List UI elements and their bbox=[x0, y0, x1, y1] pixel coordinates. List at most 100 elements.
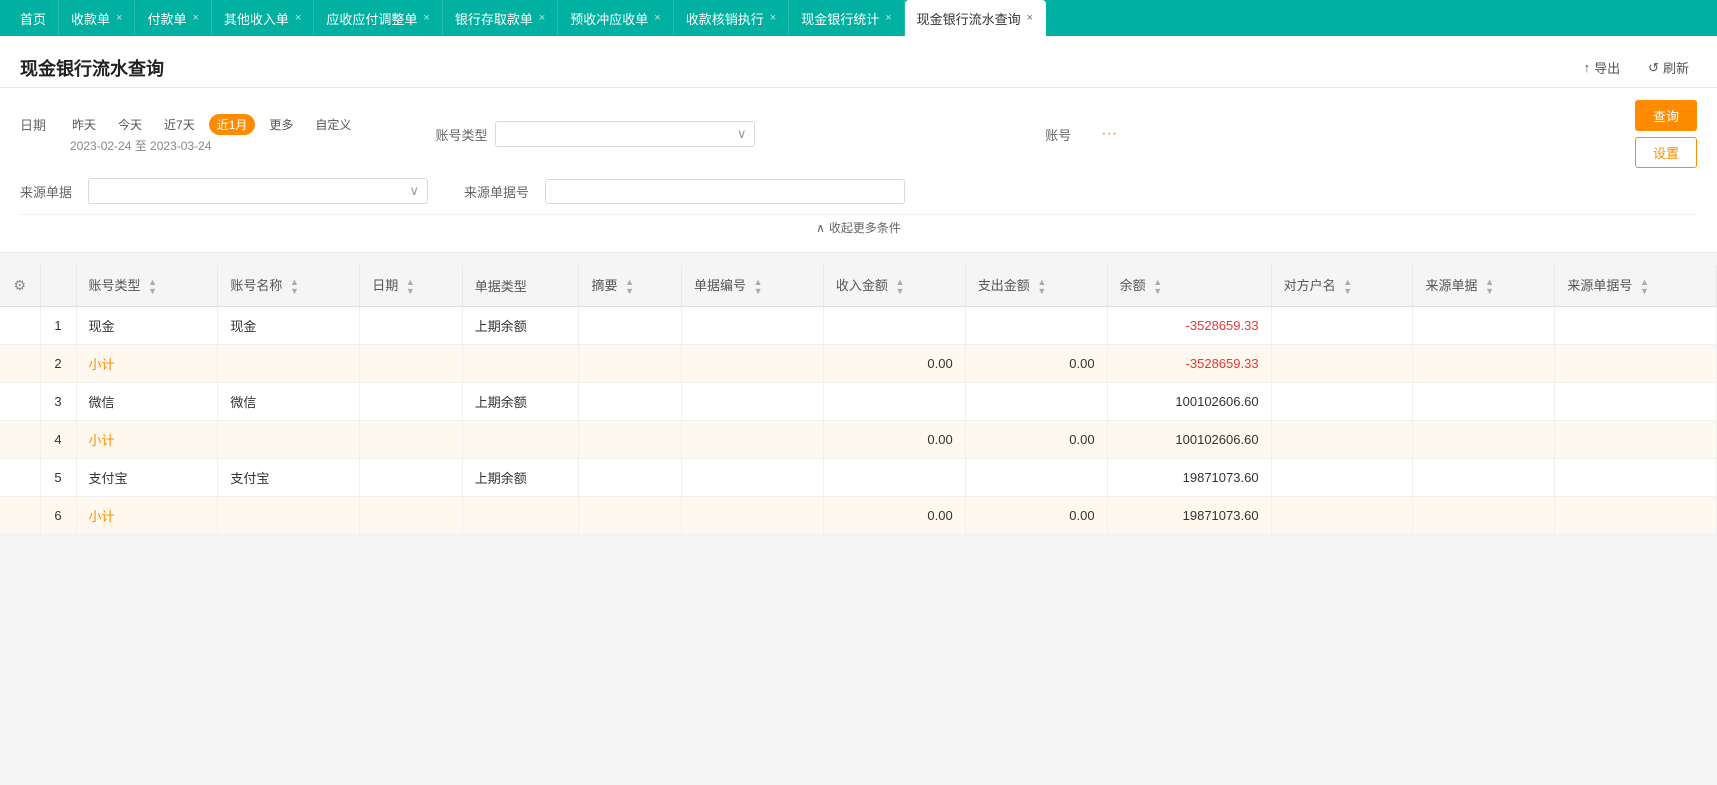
nav-item-collection[interactable]: 收款核销执行 × bbox=[674, 0, 789, 36]
row-counterpart bbox=[1271, 420, 1413, 458]
row-doc-no bbox=[681, 382, 823, 420]
row-source-doc-no bbox=[1555, 344, 1717, 382]
date-range-display: 2023-02-24 至 2023-03-24 bbox=[70, 139, 211, 153]
nav-item-cash-stats[interactable]: 现金银行统计 × bbox=[789, 0, 904, 36]
row-summary bbox=[579, 306, 681, 344]
row-doc-type bbox=[462, 344, 579, 382]
nav-item-other-income[interactable]: 其他收入单 × bbox=[212, 0, 314, 36]
row-account-name: 微信 bbox=[218, 382, 360, 420]
row-summary bbox=[579, 496, 681, 534]
column-source-doc-no[interactable]: 来源单据号 ▲▼ bbox=[1555, 265, 1717, 306]
row-gear-cell bbox=[0, 344, 40, 382]
close-icon[interactable]: × bbox=[885, 12, 891, 24]
filter-row-2: 来源单据 ∨ 来源单据号 bbox=[20, 178, 1697, 204]
close-icon[interactable]: × bbox=[654, 12, 660, 24]
nav-item-receipt[interactable]: 收款单 × bbox=[59, 0, 135, 36]
gear-icon[interactable]: ⚙ bbox=[13, 277, 26, 294]
shortcut-today[interactable]: 今天 bbox=[110, 114, 150, 135]
row-source-doc bbox=[1413, 420, 1555, 458]
chevron-down-icon: ∨ bbox=[737, 126, 747, 142]
row-doc-no bbox=[681, 420, 823, 458]
column-source-doc[interactable]: 来源单据 ▲▼ bbox=[1413, 265, 1555, 306]
sort-icon-date: ▲▼ bbox=[406, 278, 415, 296]
col-label-counterpart: 对方户名 bbox=[1284, 278, 1336, 293]
close-icon[interactable]: × bbox=[116, 12, 122, 24]
account-label: 账号 bbox=[1045, 125, 1085, 144]
shortcut-custom[interactable]: 自定义 bbox=[307, 114, 359, 135]
export-button[interactable]: ↑ 导出 bbox=[1576, 54, 1629, 81]
row-date bbox=[360, 420, 462, 458]
column-account-type[interactable]: 账号类型 ▲▼ bbox=[76, 265, 218, 306]
column-income[interactable]: 收入金额 ▲▼ bbox=[823, 265, 965, 306]
row-expense bbox=[965, 306, 1107, 344]
row-expense: 0.00 bbox=[965, 496, 1107, 534]
nav-item-cash-flow[interactable]: 现金银行流水查询 × bbox=[905, 0, 1046, 36]
column-doc-no[interactable]: 单据编号 ▲▼ bbox=[681, 265, 823, 306]
col-label-expense: 支出金额 bbox=[978, 278, 1030, 293]
row-summary bbox=[579, 344, 681, 382]
nav-item-home[interactable]: 首页 bbox=[8, 0, 59, 36]
row-doc-type bbox=[462, 420, 579, 458]
column-date[interactable]: 日期 ▲▼ bbox=[360, 265, 462, 306]
top-nav: 首页 收款单 × 付款单 × 其他收入单 × 应收应付调整单 × 银行存取款单 … bbox=[0, 0, 1717, 36]
sort-icon-summary: ▲▼ bbox=[625, 278, 634, 296]
table-body: 1现金现金上期余额-3528659.332小计0.000.00-3528659.… bbox=[0, 306, 1717, 534]
source-doc-no-input[interactable] bbox=[545, 179, 905, 204]
sort-icon-balance: ▲▼ bbox=[1153, 278, 1162, 296]
close-icon[interactable]: × bbox=[295, 12, 301, 24]
row-source-doc bbox=[1413, 344, 1555, 382]
row-account-type: 现金 bbox=[76, 306, 218, 344]
row-date bbox=[360, 496, 462, 534]
row-counterpart bbox=[1271, 458, 1413, 496]
nav-item-bank-deposit[interactable]: 银行存取款单 × bbox=[443, 0, 558, 36]
close-icon[interactable]: × bbox=[1027, 12, 1033, 24]
sort-icon-source-doc: ▲▼ bbox=[1485, 278, 1494, 296]
source-doc-select[interactable]: ∨ bbox=[88, 178, 428, 204]
column-counterpart[interactable]: 对方户名 ▲▼ bbox=[1271, 265, 1413, 306]
account-group: 账号 ··· bbox=[1045, 125, 1599, 144]
column-doc-type[interactable]: 单据类型 bbox=[462, 265, 579, 306]
row-index: 3 bbox=[40, 382, 76, 420]
row-source-doc-no bbox=[1555, 496, 1717, 534]
row-expense: 0.00 bbox=[965, 344, 1107, 382]
close-icon[interactable]: × bbox=[423, 12, 429, 24]
refresh-button[interactable]: ↺ 刷新 bbox=[1640, 54, 1697, 81]
settings-button[interactable]: 设置 bbox=[1635, 137, 1697, 168]
account-type-select[interactable]: ∨ bbox=[495, 121, 755, 147]
table-row: 6小计0.000.0019871073.60 bbox=[0, 496, 1717, 534]
close-icon[interactable]: × bbox=[770, 12, 776, 24]
row-account-type: 小计 bbox=[76, 344, 218, 382]
table-row: 3微信微信上期余额100102606.60 bbox=[0, 382, 1717, 420]
row-index: 6 bbox=[40, 496, 76, 534]
row-source-doc-no bbox=[1555, 382, 1717, 420]
nav-item-adjustment[interactable]: 应收应付调整单 × bbox=[314, 0, 442, 36]
shortcut-7days[interactable]: 近7天 bbox=[156, 114, 203, 135]
account-type-label: 账号类型 bbox=[435, 125, 487, 144]
row-doc-no bbox=[681, 306, 823, 344]
column-expense[interactable]: 支出金额 ▲▼ bbox=[965, 265, 1107, 306]
close-icon[interactable]: × bbox=[539, 12, 545, 24]
shortcut-1month[interactable]: 近1月 bbox=[209, 114, 256, 135]
column-balance[interactable]: 余额 ▲▼ bbox=[1107, 265, 1271, 306]
filter-row-1: 日期 昨天 今天 近7天 近1月 更多 自定义 2023-02-24 至 202… bbox=[20, 100, 1697, 168]
column-account-name[interactable]: 账号名称 ▲▼ bbox=[218, 265, 360, 306]
query-button[interactable]: 查询 bbox=[1635, 100, 1697, 131]
row-income bbox=[823, 382, 965, 420]
col-label-date: 日期 bbox=[372, 278, 398, 293]
sort-icon-doc-no: ▲▼ bbox=[754, 278, 763, 296]
shortcut-yesterday[interactable]: 昨天 bbox=[64, 114, 104, 135]
row-income bbox=[823, 458, 965, 496]
row-summary bbox=[579, 420, 681, 458]
shortcut-more[interactable]: 更多 bbox=[261, 114, 301, 135]
row-income: 0.00 bbox=[823, 344, 965, 382]
nav-item-payment[interactable]: 付款单 × bbox=[135, 0, 211, 36]
date-filter-group: 日期 昨天 今天 近7天 近1月 更多 自定义 2023-02-24 至 202… bbox=[20, 114, 359, 154]
close-icon[interactable]: × bbox=[192, 12, 198, 24]
nav-item-advance[interactable]: 预收冲应收单 × bbox=[558, 0, 673, 36]
column-index bbox=[40, 265, 76, 306]
filter-area: 日期 昨天 今天 近7天 近1月 更多 自定义 2023-02-24 至 202… bbox=[0, 88, 1717, 253]
column-summary[interactable]: 摘要 ▲▼ bbox=[579, 265, 681, 306]
account-ellipsis-button[interactable]: ··· bbox=[1093, 125, 1125, 143]
collapse-button[interactable]: ∧ 收起更多条件 bbox=[20, 214, 1697, 240]
column-gear[interactable]: ⚙ bbox=[0, 265, 40, 306]
